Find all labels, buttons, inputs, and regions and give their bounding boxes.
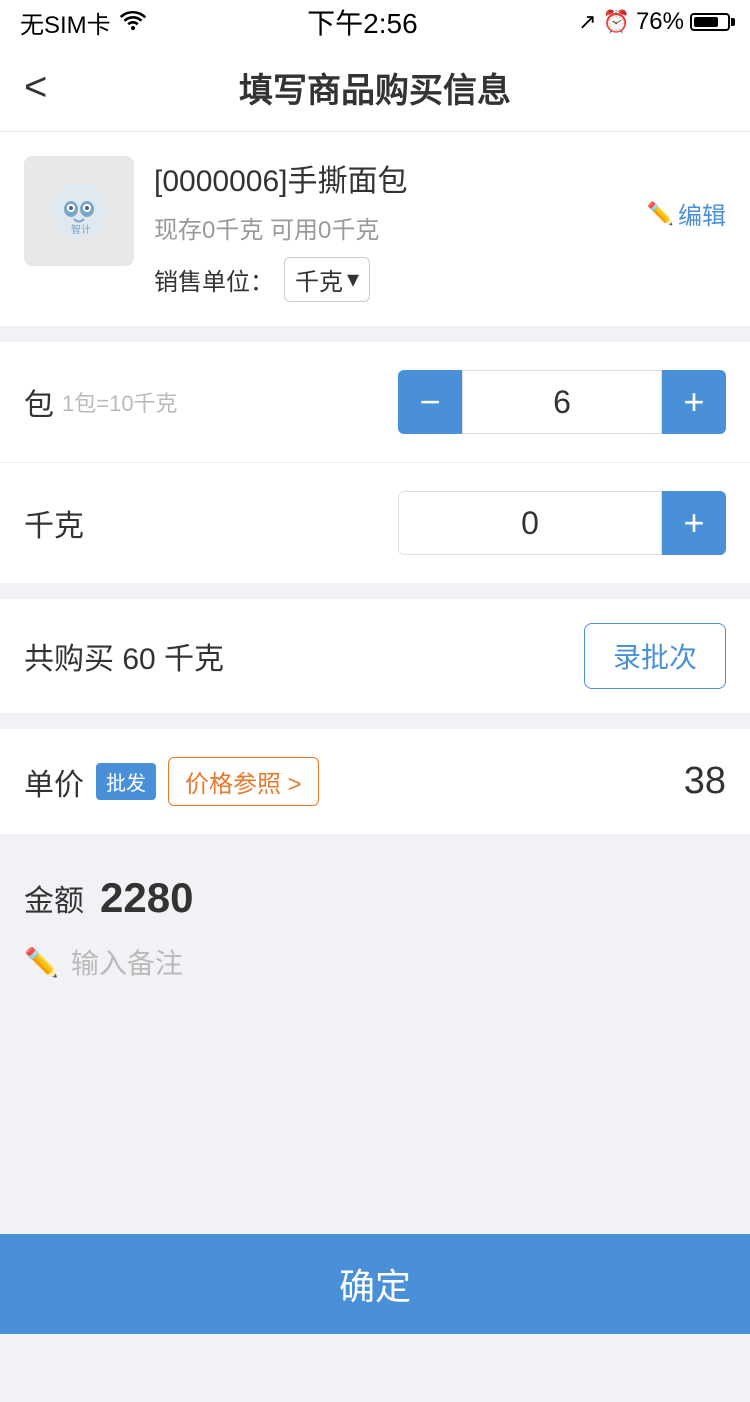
price-left: 单价 批发 价格参照 > bbox=[24, 757, 319, 806]
amount-row: 金额 2280 bbox=[24, 874, 726, 922]
page-title: 填写商品购买信息 bbox=[239, 63, 511, 112]
edit-icon: ✏️ bbox=[647, 201, 674, 227]
chevron-down-icon: ▾ bbox=[347, 265, 359, 294]
wifi-icon bbox=[119, 8, 147, 37]
kg-input[interactable] bbox=[398, 491, 662, 555]
spacer bbox=[0, 1002, 750, 1402]
carrier-label: 无SIM卡 bbox=[20, 5, 111, 40]
batch-record-button[interactable]: 录批次 bbox=[584, 623, 726, 689]
amount-section: 金额 2280 ✏️ 输入备注 bbox=[0, 850, 750, 1002]
batch-tag: 批发 bbox=[96, 763, 156, 800]
package-input-row: 包 1包=10千克 − + bbox=[0, 342, 750, 463]
battery-icon bbox=[690, 13, 730, 31]
product-card: 智计 [0000006]手撕面包 现存0千克 可用0千克 销售单位： 千克 ▾ … bbox=[0, 132, 750, 326]
status-right: ↗ ⏰ 76% bbox=[578, 8, 730, 36]
package-hint: 1包=10千克 bbox=[62, 386, 178, 418]
svg-text:智计: 智计 bbox=[71, 223, 91, 236]
battery-percent: 76% bbox=[636, 8, 684, 36]
summary-text: 共购买 60 千克 bbox=[24, 634, 224, 678]
input-section: 包 1包=10千克 − + 千克 + bbox=[0, 342, 750, 583]
nav-bar: < 填写商品购买信息 bbox=[0, 44, 750, 132]
unit-price-label: 单价 bbox=[24, 760, 84, 804]
status-left: 无SIM卡 bbox=[20, 5, 147, 40]
amount-value: 2280 bbox=[100, 874, 193, 922]
confirm-button[interactable]: 确定 bbox=[0, 1234, 750, 1334]
back-button[interactable]: < bbox=[24, 65, 47, 110]
status-time: 下午2:56 bbox=[307, 2, 418, 42]
package-label: 包 bbox=[24, 380, 54, 424]
location-icon: ↗ bbox=[578, 9, 596, 35]
price-value: 38 bbox=[684, 760, 726, 803]
note-placeholder: 输入备注 bbox=[71, 942, 183, 982]
price-section: 单价 批发 价格参照 > 38 bbox=[0, 729, 750, 834]
product-info: [0000006]手撕面包 现存0千克 可用0千克 销售单位： 千克 ▾ bbox=[154, 156, 726, 302]
summary-section: 共购买 60 千克 录批次 bbox=[0, 599, 750, 713]
kg-input-row: 千克 + bbox=[0, 463, 750, 583]
price-reference-button[interactable]: 价格参照 > bbox=[168, 757, 319, 806]
pencil-icon: ✏️ bbox=[24, 946, 59, 979]
package-input[interactable] bbox=[462, 370, 662, 434]
kg-label: 千克 bbox=[24, 501, 84, 545]
note-row[interactable]: ✏️ 输入备注 bbox=[24, 942, 726, 982]
edit-button[interactable]: ✏️ 编辑 bbox=[647, 196, 726, 231]
kg-controls: + bbox=[398, 491, 726, 555]
package-controls: − + bbox=[398, 370, 726, 434]
product-name: [0000006]手撕面包 bbox=[154, 156, 726, 200]
package-increment-button[interactable]: + bbox=[662, 370, 726, 434]
unit-select[interactable]: 千克 ▾ bbox=[284, 257, 370, 302]
package-decrement-button[interactable]: − bbox=[398, 370, 462, 434]
status-bar: 无SIM卡 下午2:56 ↗ ⏰ 76% bbox=[0, 0, 750, 44]
amount-label: 金额 bbox=[24, 876, 84, 920]
kg-increment-button[interactable]: + bbox=[662, 491, 726, 555]
alarm-icon: ⏰ bbox=[603, 9, 630, 35]
content-area: 智计 [0000006]手撕面包 现存0千克 可用0千克 销售单位： 千克 ▾ … bbox=[0, 132, 750, 1402]
product-stock: 现存0千克 可用0千克 bbox=[154, 210, 726, 245]
product-image: 智计 bbox=[24, 156, 134, 266]
product-unit: 销售单位： 千克 ▾ bbox=[154, 257, 726, 302]
